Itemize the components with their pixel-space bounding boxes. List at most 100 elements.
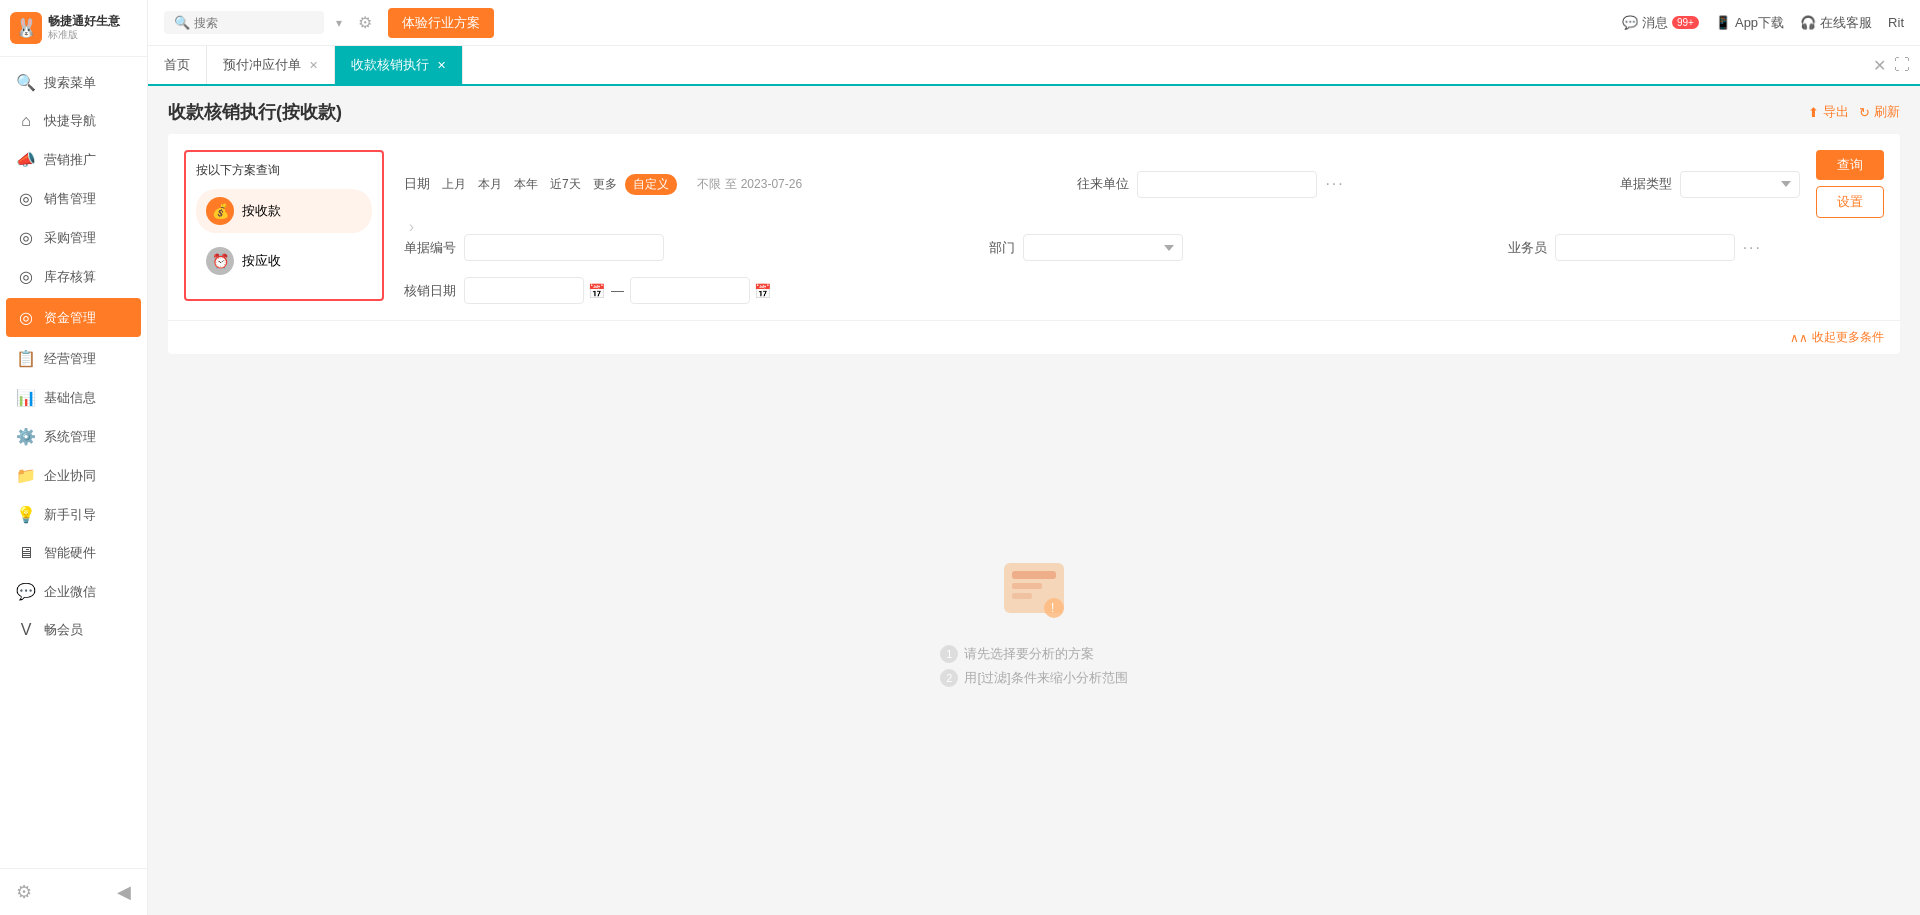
- date-nolimit-text: 不限: [697, 176, 721, 193]
- hardware-icon: 🖥: [16, 544, 36, 562]
- filter-option-by-receipt[interactable]: 💰 按收款: [196, 189, 372, 233]
- reconcile-date-start-input[interactable]: 2023-03-01: [464, 277, 584, 304]
- date-to-text: 至: [725, 176, 737, 193]
- svg-rect-1: [1012, 571, 1056, 579]
- sidebar-item-business[interactable]: 📋 经营管理: [0, 339, 147, 378]
- voucher-no-input[interactable]: [464, 234, 664, 261]
- sidebar-item-system[interactable]: ⚙️ 系统管理: [0, 417, 147, 456]
- date-nolimit-display: 不限 至 2023-07-26: [697, 176, 802, 193]
- sidebar-item-wechat[interactable]: 💬 企业微信: [0, 572, 147, 611]
- department-label: 部门: [989, 239, 1015, 257]
- counterparty-more-icon[interactable]: ···: [1325, 175, 1344, 193]
- sidebar-label-member: 畅会员: [44, 621, 83, 639]
- department-select[interactable]: [1023, 234, 1183, 261]
- voucher-type-select[interactable]: [1680, 171, 1800, 198]
- sidebar-item-purchase[interactable]: ◎ 采购管理: [0, 218, 147, 257]
- main-area: 🔍 ▾ ⚙ 体验行业方案 💬 消息 99+ 📱 App下载 🎧 在线客服 Rit: [148, 0, 1920, 915]
- solution-button[interactable]: 体验行业方案: [388, 8, 494, 38]
- staff-field: 业务员 ···: [1508, 234, 1762, 261]
- sidebar-label-marketing: 营销推广: [44, 151, 96, 169]
- tab-controls: ✕ ⛶: [1863, 56, 1920, 75]
- staff-more-icon[interactable]: ···: [1743, 239, 1762, 257]
- filter-row-2: 单据编号 部门 业务员: [404, 234, 1884, 261]
- online-service-action[interactable]: 🎧 在线客服: [1800, 14, 1872, 32]
- filter-panel-chevron: ›: [409, 218, 414, 236]
- date-custom-btn[interactable]: 自定义: [625, 174, 677, 195]
- collapse-more-button[interactable]: ∧∧ 收起更多条件: [1790, 329, 1884, 346]
- sidebar-item-marketing[interactable]: 📣 营销推广: [0, 140, 147, 179]
- staff-input[interactable]: [1555, 234, 1735, 261]
- tab-receipt-offset[interactable]: 收款核销执行 ✕: [335, 46, 463, 84]
- empty-text-2: 用[过滤]条件来缩小分析范围: [964, 669, 1127, 687]
- sidebar-item-finance[interactable]: ◎ 资金管理: [6, 298, 141, 337]
- filter-option-by-receivable[interactable]: ⏰ 按应收: [196, 239, 372, 283]
- collapse-sidebar-icon[interactable]: ◀: [117, 881, 131, 903]
- tab-maximize-button[interactable]: ⛶: [1894, 56, 1910, 74]
- page-header: 收款核销执行(按收款) ⬆ 导出 ↻ 刷新: [148, 86, 1920, 134]
- svg-rect-2: [1012, 583, 1042, 589]
- sidebar-label-system: 系统管理: [44, 428, 96, 446]
- topbar-search-input[interactable]: [194, 16, 314, 30]
- app-download-action[interactable]: 📱 App下载: [1715, 14, 1784, 32]
- sidebar-item-quicknav[interactable]: ⌂ 快捷导航: [0, 102, 147, 140]
- sidebar-item-search[interactable]: 🔍 搜索菜单: [0, 63, 147, 102]
- refresh-icon: ↻: [1859, 105, 1870, 120]
- tabbar: 首页 预付冲应付单 ✕ 收款核销执行 ✕ ✕ ⛶: [148, 46, 1920, 86]
- date-last-month-btn[interactable]: 上月: [438, 174, 470, 195]
- sidebar-item-guide[interactable]: 💡 新手引导: [0, 495, 147, 534]
- receipt-option-label: 按收款: [242, 202, 281, 220]
- marketing-icon: 📣: [16, 150, 36, 169]
- date-this-month-btn[interactable]: 本月: [474, 174, 506, 195]
- sales-icon: ◎: [16, 189, 36, 208]
- sidebar-item-basic[interactable]: 📊 基础信息: [0, 378, 147, 417]
- settings-footer-icon[interactable]: ⚙: [16, 881, 32, 903]
- sidebar-item-cooperation[interactable]: 📁 企业协同: [0, 456, 147, 495]
- query-button[interactable]: 查询: [1816, 150, 1884, 180]
- reconcile-date-start-cal-icon[interactable]: 📅: [588, 283, 605, 299]
- purchase-icon: ◎: [16, 228, 36, 247]
- empty-num-1: 1: [940, 645, 958, 663]
- tab-prepayment-label: 预付冲应付单: [223, 56, 301, 74]
- sidebar-item-member[interactable]: V 畅会员: [0, 611, 147, 649]
- query-buttons: 查询 设置: [1816, 150, 1884, 218]
- collapse-btn-label: 收起更多条件: [1812, 329, 1884, 346]
- sidebar-item-inventory[interactable]: ◎ 库存核算: [0, 257, 147, 296]
- receivable-option-icon: ⏰: [206, 247, 234, 275]
- collapse-chevron-icon: ∧∧: [1790, 331, 1808, 345]
- inventory-icon: ◎: [16, 267, 36, 286]
- message-badge: 99+: [1672, 16, 1699, 29]
- tab-prepayment-close[interactable]: ✕: [309, 59, 318, 72]
- sidebar-item-sales[interactable]: ◎ 销售管理: [0, 179, 147, 218]
- tab-close-all-button[interactable]: ✕: [1873, 56, 1886, 75]
- tab-prepayment[interactable]: 预付冲应付单 ✕: [207, 46, 335, 84]
- sidebar-label-hardware: 智能硬件: [44, 544, 96, 562]
- filter-row-1: 日期 上月 本月 本年 近7天 更多 自定义 不限: [404, 150, 1884, 218]
- sidebar-label-purchase: 采购管理: [44, 229, 96, 247]
- refresh-button[interactable]: ↻ 刷新: [1859, 103, 1900, 121]
- counterparty-input[interactable]: [1137, 171, 1317, 198]
- export-button[interactable]: ⬆ 导出: [1808, 103, 1849, 121]
- sidebar-label-business: 经营管理: [44, 350, 96, 368]
- filter-panel: 按以下方案查询 💰 按收款 ⏰ 按应收 ›: [168, 134, 1900, 320]
- date-more-btn[interactable]: 更多: [589, 174, 621, 195]
- date-7days-btn[interactable]: 近7天: [546, 174, 585, 195]
- date-this-year-btn[interactable]: 本年: [510, 174, 542, 195]
- reconcile-date-start-wrapper: 2023-03-01 📅: [464, 277, 605, 304]
- username-display[interactable]: Rit: [1888, 15, 1904, 30]
- member-icon: V: [16, 621, 36, 639]
- reconcile-date-end-input[interactable]: 2023-07-21: [630, 277, 750, 304]
- set-button[interactable]: 设置: [1816, 186, 1884, 218]
- tab-receipt-offset-close[interactable]: ✕: [437, 59, 446, 72]
- logo-text-block: 畅捷通好生意 标准版: [48, 14, 120, 42]
- sidebar-footer: ⚙ ◀: [0, 868, 147, 915]
- topbar-chevron-icon[interactable]: ▾: [336, 16, 342, 30]
- svg-rect-3: [1012, 593, 1032, 599]
- reconcile-date-picker: 2023-03-01 📅 — 2023-07-21 📅: [464, 277, 771, 304]
- topbar-gear-icon[interactable]: ⚙: [358, 13, 372, 32]
- reconcile-date-end-cal-icon[interactable]: 📅: [754, 283, 771, 299]
- system-icon: ⚙️: [16, 427, 36, 446]
- app-label: App下载: [1735, 14, 1784, 32]
- sidebar-item-hardware[interactable]: 🖥 智能硬件: [0, 534, 147, 572]
- tab-home[interactable]: 首页: [148, 46, 207, 84]
- message-action[interactable]: 💬 消息 99+: [1622, 14, 1699, 32]
